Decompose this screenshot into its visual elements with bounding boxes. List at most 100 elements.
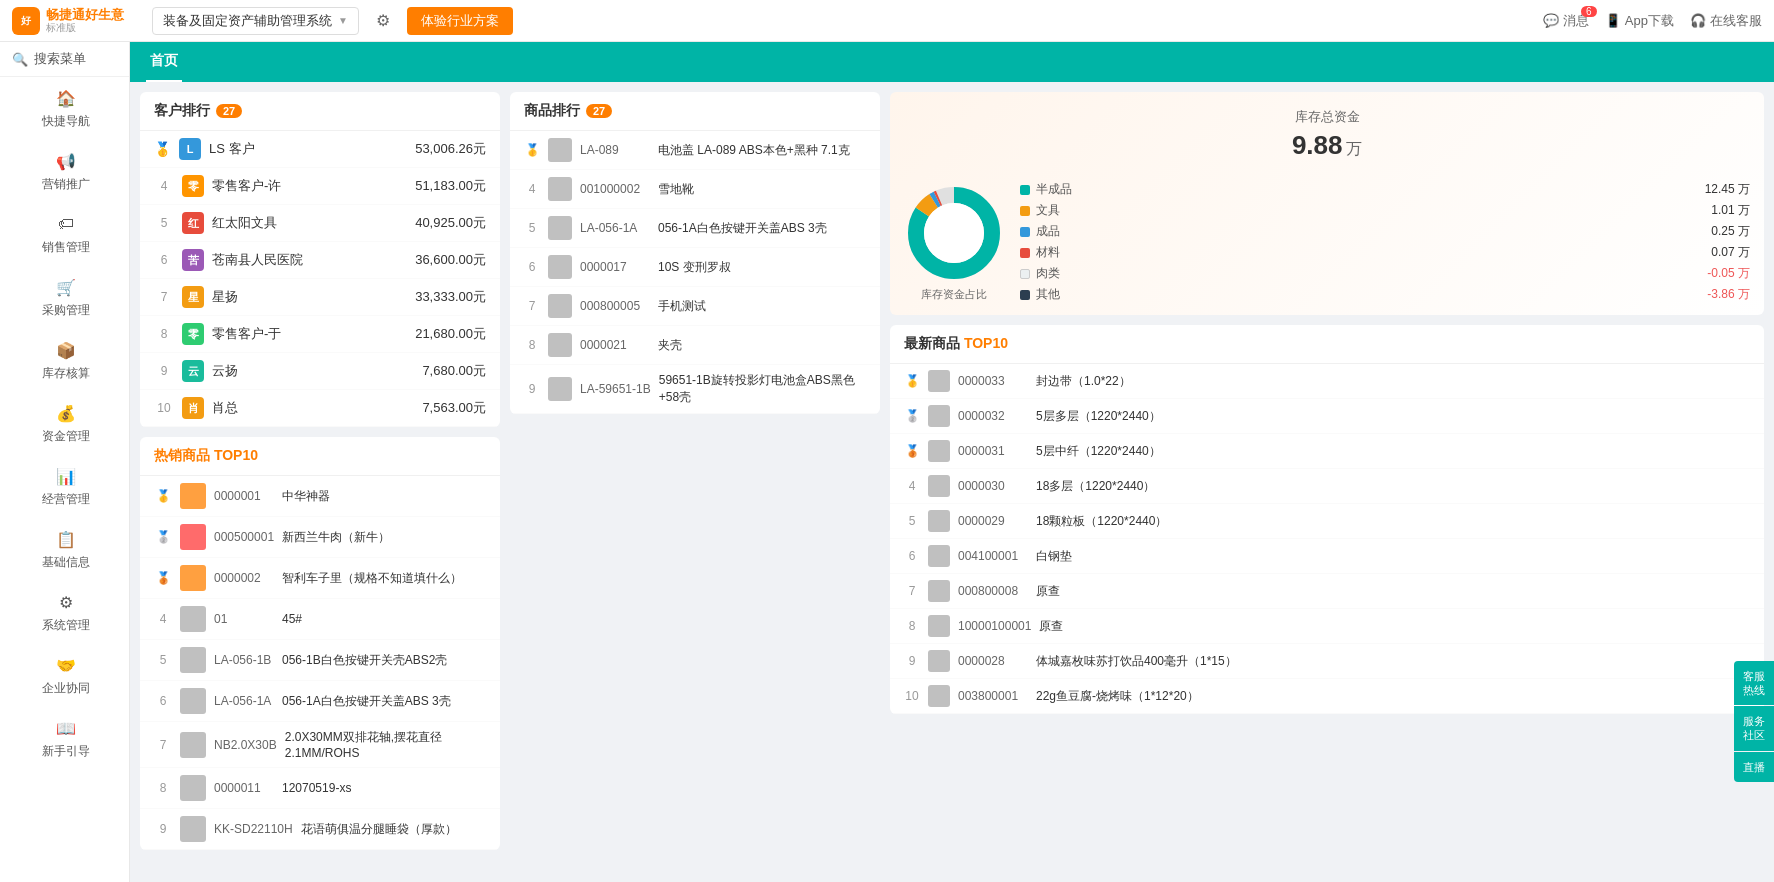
list-item: 7 NB2.0X30B 2.0X30MM双排花轴,摆花直径2.1MM/ROHS: [140, 722, 500, 768]
inventory-summary: 库存总资金 9.88 万: [890, 92, 1764, 169]
rank-number: 9: [904, 654, 920, 668]
sidebar-item-finance[interactable]: 💰 资金管理: [0, 392, 129, 455]
customer-name: 云扬: [212, 362, 414, 380]
product-name: 45#: [282, 612, 486, 626]
list-item: 🥈 0000032 5层多层（1220*2440）: [890, 399, 1764, 434]
product-code: 000800005: [580, 299, 650, 313]
avatar: 零: [182, 175, 204, 197]
list-item: 6 LA-056-1A 056-1A白色按键开关盖ABS 3壳: [140, 681, 500, 722]
list-item: 🥇 0000001 中华神器: [140, 476, 500, 517]
legend-value: 0.07 万: [1711, 244, 1750, 261]
hot-products-title: 热销商品 TOP10: [154, 447, 258, 465]
legend-value: -3.86 万: [1707, 286, 1750, 303]
search-menu-label: 搜索菜单: [34, 50, 86, 68]
product-image: [548, 138, 572, 162]
message-button[interactable]: 💬 消息 6: [1543, 12, 1589, 30]
product-ranking-header: 商品排行 27: [510, 92, 880, 131]
table-row: 9 云 云扬 7,680.00元: [140, 353, 500, 390]
nav-home[interactable]: 首页: [146, 42, 182, 82]
product-name: 智利车子里（规格不知道填什么）: [282, 570, 486, 587]
logo-icon: 好: [12, 7, 40, 35]
logo-area: 好 畅捷通好生意 标准版: [12, 7, 142, 35]
customer-name: 零售客户-许: [212, 177, 407, 195]
table-row: 6 苦 苍南县人民医院 36,600.00元: [140, 242, 500, 279]
product-ranking-list[interactable]: 🥇 LA-089 电池盖 LA-089 ABS本色+黑种 7.1克 4 0010…: [510, 131, 880, 414]
product-ranking-title: 商品排行: [524, 102, 580, 120]
sidebar-label-sales: 销售管理: [42, 239, 90, 256]
sidebar-item-system[interactable]: ⚙ 系统管理: [0, 581, 129, 644]
inventory-unit: 万: [1346, 140, 1362, 157]
community-button[interactable]: 服务社区: [1734, 706, 1774, 751]
product-image: [928, 475, 950, 497]
sidebar-label-finance: 资金管理: [42, 428, 90, 445]
app-download-button[interactable]: 📱 App下载: [1605, 12, 1674, 30]
avatar: 云: [182, 360, 204, 382]
list-item: 5 0000029 18颗粒板（1220*2440）: [890, 504, 1764, 539]
sidebar-item-guide[interactable]: 📖 新手引导: [0, 707, 129, 770]
live-button[interactable]: 直播: [1734, 752, 1774, 782]
list-item: 6 004100001 白钢垫: [890, 539, 1764, 574]
sidebar-item-purchase[interactable]: 🛒 采购管理: [0, 266, 129, 329]
rank-number: 7: [154, 738, 172, 752]
product-code: 0000029: [958, 514, 1028, 528]
rank-number: 10: [904, 689, 920, 703]
customer-service-button[interactable]: 客服热线: [1734, 661, 1774, 706]
rank-number: 5: [154, 653, 172, 667]
product-code: 0000001: [214, 489, 274, 503]
content-area: 首页 客户排行 27 🥇 L LS 客户: [130, 42, 1774, 882]
medal-icon: 🥇: [524, 143, 540, 157]
chart-label: 库存资金占比: [921, 287, 987, 302]
customer-count-badge: 27: [216, 104, 242, 118]
logo-sub-text: 标准版: [46, 22, 124, 34]
sidebar-item-basic-info[interactable]: 📋 基础信息: [0, 518, 129, 581]
purchase-icon: 🛒: [55, 276, 77, 298]
rank-number: 7: [154, 290, 174, 304]
product-name: 12070519-xs: [282, 781, 486, 795]
sidebar-item-inventory[interactable]: 📦 库存核算: [0, 329, 129, 392]
message-badge: 6: [1581, 6, 1597, 17]
product-code: LA-056-1A: [580, 221, 650, 235]
customer-amount: 40,925.00元: [415, 214, 486, 232]
product-image: [180, 524, 206, 550]
trial-button[interactable]: 体验行业方案: [407, 7, 513, 35]
customer-amount: 7,680.00元: [422, 362, 486, 380]
avatar: 红: [182, 212, 204, 234]
table-row: 8 零 零售客户-于 21,680.00元: [140, 316, 500, 353]
list-item: 10 003800001 22g鱼豆腐-烧烤味（1*12*20）: [890, 679, 1764, 714]
customer-ranking-list[interactable]: 🥇 L LS 客户 53,006.26元 4 零 零售客户-许 51,183.0…: [140, 131, 500, 427]
product-code: 004100001: [958, 549, 1028, 563]
sidebar-item-operations[interactable]: 📊 经营管理: [0, 455, 129, 518]
online-service-button[interactable]: 🎧 在线客服: [1690, 12, 1762, 30]
customer-amount: 21,680.00元: [415, 325, 486, 343]
sidebar-item-sales[interactable]: 🏷 销售管理: [0, 203, 129, 266]
sidebar-label-purchase: 采购管理: [42, 302, 90, 319]
hot-products-column: 客户排行 27 🥇 L LS 客户 53,006.26元 4: [130, 82, 510, 882]
sidebar-item-quick-nav[interactable]: 🏠 快捷导航: [0, 77, 129, 140]
table-row: 4 零 零售客户-许 51,183.00元: [140, 168, 500, 205]
product-code: 0000032: [958, 409, 1028, 423]
settings-icon[interactable]: ⚙: [369, 7, 397, 35]
sidebar-label-basic-info: 基础信息: [42, 554, 90, 571]
rank-number: 5: [154, 216, 174, 230]
product-code: 10000100001: [958, 619, 1031, 633]
main-layout: 🔍 搜索菜单 🏠 快捷导航 📢 营销推广 🏷 销售管理 🛒 采购管理 📦 库存核…: [0, 42, 1774, 882]
list-item: 8 10000100001 原查: [890, 609, 1764, 644]
sidebar-item-marketing[interactable]: 📢 营销推广: [0, 140, 129, 203]
product-name: 中华神器: [282, 488, 486, 505]
finance-icon: 💰: [55, 402, 77, 424]
sidebar-label-quick-nav: 快捷导航: [42, 113, 90, 130]
sidebar-item-enterprise[interactable]: 🤝 企业协同: [0, 644, 129, 707]
customer-amount: 7,563.00元: [422, 399, 486, 417]
system-name: 装备及固定资产辅助管理系统: [163, 12, 332, 30]
product-image: [180, 483, 206, 509]
search-menu[interactable]: 🔍 搜索菜单: [0, 42, 129, 77]
list-item: 4 0000030 18多层（1220*2440）: [890, 469, 1764, 504]
product-name: 新西兰牛肉（新牛）: [282, 529, 486, 546]
legend-dot: [1020, 248, 1030, 258]
rank-number: 6: [154, 694, 172, 708]
medal-icon: 🥉: [904, 444, 920, 458]
product-image: [548, 216, 572, 240]
system-selector[interactable]: 装备及固定资产辅助管理系统 ▼: [152, 7, 359, 35]
sidebar-label-guide: 新手引导: [42, 743, 90, 760]
legend-item-finished: 成品 0.25 万: [1020, 221, 1750, 242]
